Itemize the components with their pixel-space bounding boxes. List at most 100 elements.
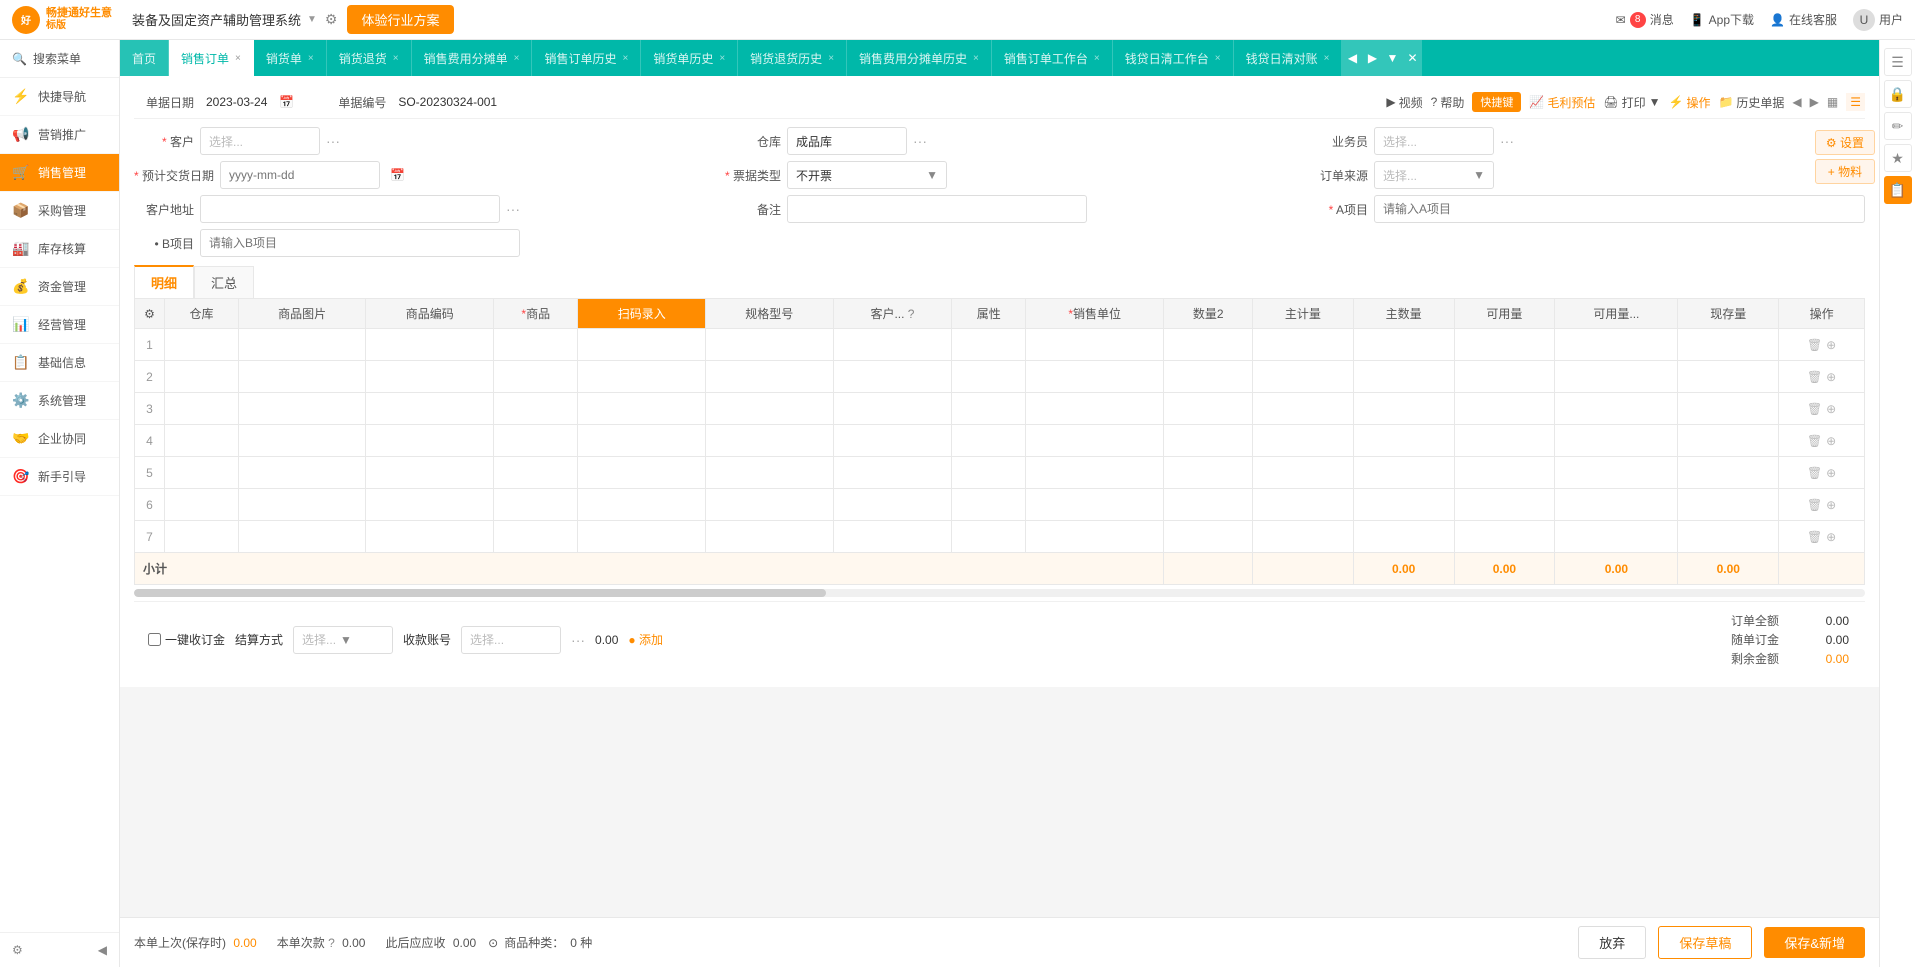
sidebar-item-purchase[interactable]: 📦 采购管理 <box>0 192 119 230</box>
table-cell[interactable] <box>238 457 366 489</box>
table-cell[interactable] <box>952 489 1026 521</box>
tab-sales-fee[interactable]: 销售费用分摊单 × <box>412 40 533 76</box>
tab-close-sales-order[interactable]: × <box>235 53 241 64</box>
sidebar-item-enterprise[interactable]: 🤝 企业协同 <box>0 420 119 458</box>
float-btn-5[interactable]: 📋 <box>1884 176 1912 204</box>
grid-view-icon[interactable]: ▦ <box>1827 95 1838 109</box>
table-cell[interactable] <box>833 361 952 393</box>
tab-sales-order-history[interactable]: 销售订单历史 × <box>532 40 641 76</box>
table-cell[interactable] <box>578 457 706 489</box>
curr-amount-help-icon[interactable]: ? <box>328 936 335 950</box>
save-draft-button[interactable]: 保存草稿 <box>1658 926 1752 959</box>
tab-cash-reconcile[interactable]: 钱贷日清对账 × <box>1234 40 1343 76</box>
table-cell[interactable] <box>1678 489 1779 521</box>
table-cell[interactable] <box>238 329 366 361</box>
table-cell[interactable] <box>706 489 834 521</box>
row-copy-icon[interactable]: ⊕ <box>1826 370 1836 384</box>
table-cell[interactable] <box>165 329 239 361</box>
tab-sales-fee-history[interactable]: 销售费用分摊单历史 × <box>847 40 992 76</box>
list-view-icon[interactable]: ☰ <box>1846 93 1865 111</box>
history-btn[interactable]: 📁 历史单据 <box>1718 94 1784 111</box>
table-cell[interactable]: 🗑⊕ <box>1779 521 1865 553</box>
tab-close-sales-fee-history[interactable]: × <box>973 53 979 64</box>
table-cell[interactable] <box>952 361 1026 393</box>
tab-sales-refund-history[interactable]: 销货退货历史 × <box>738 40 847 76</box>
sidebar-settings-icon[interactable]: ⚙ <box>12 943 23 957</box>
solution-button[interactable]: 体验行业方案 <box>347 5 453 34</box>
table-cell[interactable] <box>165 425 239 457</box>
sidebar-collapse-icon[interactable]: ◀ <box>98 943 107 957</box>
table-cell[interactable] <box>1253 361 1354 393</box>
tab-detail[interactable]: 明细 <box>134 265 194 298</box>
table-cell[interactable] <box>952 521 1026 553</box>
table-cell[interactable] <box>494 329 578 361</box>
nav-prev-icon[interactable]: ◀ <box>1792 95 1801 109</box>
table-cell[interactable] <box>238 393 366 425</box>
table-cell[interactable] <box>1454 521 1555 553</box>
row-delete-icon[interactable]: 🗑 <box>1807 370 1822 384</box>
float-btn-4[interactable]: ★ <box>1884 144 1912 172</box>
table-cell[interactable] <box>833 329 952 361</box>
add-product-button[interactable]: + 物料 <box>1815 159 1875 184</box>
b-project-input[interactable] <box>200 229 520 257</box>
table-cell[interactable] <box>1026 361 1164 393</box>
table-cell[interactable] <box>578 489 706 521</box>
tab-close-sales-fee[interactable]: × <box>514 53 520 64</box>
row-copy-icon[interactable]: ⊕ <box>1826 338 1836 352</box>
table-cell[interactable] <box>1555 393 1678 425</box>
sidebar-item-sales[interactable]: 🛒 销售管理 <box>0 154 119 192</box>
row-delete-icon[interactable]: 🗑 <box>1807 466 1822 480</box>
table-cell[interactable] <box>366 457 494 489</box>
address-input[interactable] <box>200 195 500 223</box>
table-cell[interactable] <box>1253 489 1354 521</box>
tab-close-sales-refund[interactable]: × <box>393 53 399 64</box>
table-cell[interactable] <box>578 361 706 393</box>
pay-method-select[interactable]: 选择... ▼ <box>293 626 393 654</box>
staff-select[interactable]: 选择... <box>1374 127 1494 155</box>
table-cell[interactable] <box>494 489 578 521</box>
tab-summary[interactable]: 汇总 <box>194 266 254 298</box>
table-cell[interactable] <box>366 489 494 521</box>
address-more-icon[interactable]: ··· <box>506 201 520 217</box>
table-cell[interactable] <box>1353 457 1454 489</box>
staff-more-icon[interactable]: ··· <box>1500 133 1514 149</box>
table-cell[interactable] <box>1164 521 1253 553</box>
sidebar-search[interactable]: 🔍 搜索菜单 <box>0 40 119 78</box>
table-cell[interactable] <box>1353 425 1454 457</box>
table-cell[interactable] <box>1454 425 1555 457</box>
table-cell[interactable] <box>1353 393 1454 425</box>
tab-next-button[interactable]: ▶ <box>1362 40 1382 76</box>
help-btn[interactable]: ? 帮助 <box>1431 94 1465 111</box>
tab-sales-return-history[interactable]: 销货单历史 × <box>641 40 738 76</box>
table-cell[interactable] <box>706 425 834 457</box>
table-cell[interactable] <box>1555 489 1678 521</box>
settings-gear-icon[interactable]: ⚙ <box>325 11 338 28</box>
tab-close-cash-day[interactable]: × <box>1215 53 1221 64</box>
table-cell[interactable] <box>706 361 834 393</box>
tab-expand-button[interactable]: ▼ <box>1382 40 1402 76</box>
table-cell[interactable] <box>578 329 706 361</box>
table-cell[interactable] <box>952 329 1026 361</box>
table-cell[interactable] <box>366 521 494 553</box>
row-copy-icon[interactable]: ⊕ <box>1826 402 1836 416</box>
table-cell[interactable] <box>165 361 239 393</box>
table-cell[interactable] <box>1555 457 1678 489</box>
float-btn-1[interactable]: ☰ <box>1884 48 1912 76</box>
table-cell[interactable] <box>238 489 366 521</box>
add-payment-button[interactable]: ● 添加 <box>628 631 663 648</box>
table-cell[interactable] <box>1164 329 1253 361</box>
tab-close-sales-order-history[interactable]: × <box>622 53 628 64</box>
table-cell[interactable] <box>366 329 494 361</box>
row-delete-icon[interactable]: 🗑 <box>1807 338 1822 352</box>
delivery-date-input[interactable] <box>220 161 380 189</box>
operate-btn[interactable]: ⚡ 操作 <box>1668 94 1710 111</box>
table-cell[interactable] <box>1253 457 1354 489</box>
warehouse-more-icon[interactable]: ··· <box>913 133 927 149</box>
collect-deposit-input[interactable] <box>148 633 161 646</box>
nav-next-icon[interactable]: ▶ <box>1810 95 1819 109</box>
table-cell[interactable] <box>366 425 494 457</box>
sidebar-item-finance[interactable]: 💰 资金管理 <box>0 268 119 306</box>
table-cell[interactable] <box>1678 329 1779 361</box>
table-cell[interactable] <box>165 393 239 425</box>
table-cell[interactable] <box>1353 521 1454 553</box>
